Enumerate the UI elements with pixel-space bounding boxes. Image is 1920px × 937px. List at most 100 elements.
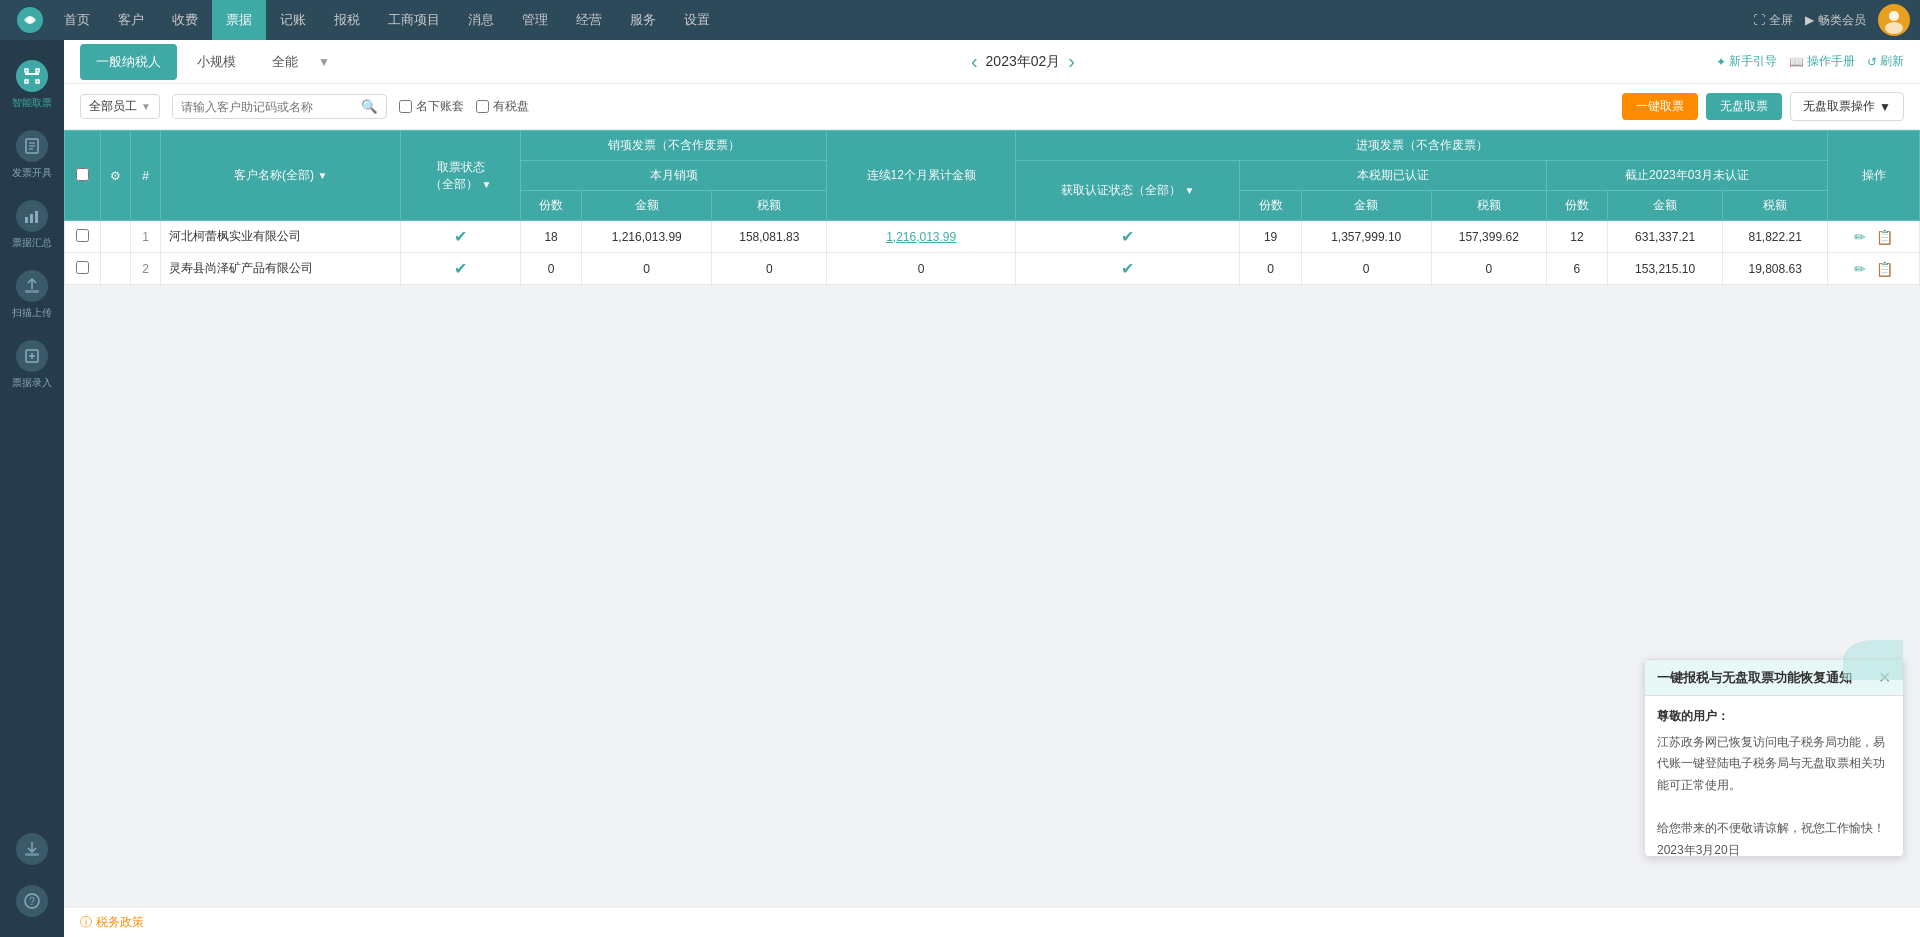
table-wrap: ⚙ # 客户名称(全部) ▼ 取票状态（全部） ▼ 销项发票（不含作废票） 连续…	[64, 130, 1920, 907]
sidebar-label-summary: 票据汇总	[12, 236, 52, 250]
nav-operation[interactable]: 经营	[562, 0, 616, 40]
nav-manage[interactable]: 管理	[508, 0, 562, 40]
row-sales-amount: 1,216,013.99	[582, 221, 712, 253]
row-customer: 河北柯蕾枫实业有限公司	[161, 221, 401, 253]
row-settings	[101, 221, 131, 253]
refresh-btn[interactable]: ↺ 刷新	[1867, 53, 1904, 70]
fullscreen-btn[interactable]: ⛶ 全屏	[1753, 12, 1793, 29]
svg-rect-16	[25, 290, 39, 293]
sidebar-item-help[interactable]: ?	[16, 875, 48, 927]
svg-rect-13	[25, 217, 28, 223]
sidebar-item-download[interactable]	[16, 823, 48, 875]
sidebar-item-entry[interactable]: 票据录入	[0, 330, 64, 400]
nav-settings[interactable]: 设置	[670, 0, 724, 40]
th-purchase-recognized: 本税期已认证	[1240, 161, 1546, 191]
manual-icon: 📖	[1789, 55, 1804, 69]
employee-select[interactable]: 全部员工 ▼	[80, 94, 160, 119]
no-disk-ops-btn[interactable]: 无盘取票操作 ▼	[1790, 92, 1904, 121]
svg-rect-14	[30, 214, 33, 223]
th-pur-count2: 份数	[1546, 191, 1607, 221]
sidebar-item-summary[interactable]: 票据汇总	[0, 190, 64, 260]
tab-general-taxpayer[interactable]: 一般纳税人	[80, 44, 177, 80]
sidebar-item-invoice-issue[interactable]: 发票开具	[0, 120, 64, 190]
table-row: 2 灵寿县尚泽矿产品有限公司 ✔ 0 0 0 0 ✔ 0 0 0 6 153,2…	[65, 253, 1920, 285]
info-icon: ⓘ	[80, 914, 92, 931]
th-purchase-unrecognized: 截止2023年03月未认证	[1546, 161, 1827, 191]
nav-home[interactable]: 首页	[50, 0, 104, 40]
filter-bar-right: 一键取票 无盘取票 无盘取票操作 ▼	[1622, 92, 1904, 121]
row-cumulative: 1,216,013.99	[827, 221, 1016, 253]
th-operation: 操作	[1828, 131, 1920, 221]
tab-small-scale[interactable]: 小规模	[181, 44, 252, 80]
th-pur-amount1: 金额	[1301, 191, 1431, 221]
row-pur-count1: 0	[1240, 253, 1301, 285]
nav-business[interactable]: 工商项目	[374, 0, 454, 40]
row-pur-tax2: 81,822.21	[1723, 221, 1828, 253]
nav-customer[interactable]: 客户	[104, 0, 158, 40]
nav-service[interactable]: 服务	[616, 0, 670, 40]
detail-icon[interactable]: 📋	[1876, 229, 1893, 245]
bottom-bar: ⓘ 税务政策	[64, 907, 1920, 937]
sidebar-item-scan-upload[interactable]: 扫描上传	[0, 260, 64, 330]
th-pur-amount2: 金额	[1608, 191, 1723, 221]
user-avatar[interactable]	[1878, 4, 1910, 36]
check-tax-label[interactable]: 有税盘	[476, 98, 529, 115]
guide-btn[interactable]: ✦ 新手引导	[1716, 53, 1777, 70]
help-icon: ?	[16, 885, 48, 917]
member-btn[interactable]: ▶ 畅类会员	[1805, 12, 1866, 29]
row-checkbox[interactable]	[65, 221, 101, 253]
row-pur-count2: 6	[1546, 253, 1607, 285]
select-all-checkbox[interactable]	[76, 168, 89, 181]
search-wrap: 🔍	[172, 94, 387, 119]
search-input[interactable]	[173, 96, 353, 118]
th-num: #	[131, 131, 161, 221]
table-row: 1 河北柯蕾枫实业有限公司 ✔ 18 1,216,013.99 158,081.…	[65, 221, 1920, 253]
check-account-checkbox[interactable]	[399, 100, 412, 113]
manual-btn[interactable]: 📖 操作手册	[1789, 53, 1855, 70]
fullscreen-icon: ⛶	[1753, 13, 1765, 27]
recognize-icon: ✔	[1121, 260, 1134, 277]
th-sales-month: 本月销项	[520, 161, 826, 191]
detail-icon[interactable]: 📋	[1876, 261, 1893, 277]
row-sales-tax: 158,081.83	[712, 221, 827, 253]
tab-dropdown-icon[interactable]: ▼	[318, 55, 330, 69]
th-sales-amount: 金额	[582, 191, 712, 221]
th-settings: ⚙	[101, 131, 131, 221]
check-account-label[interactable]: 名下账套	[399, 98, 464, 115]
next-month-btn[interactable]: ›	[1068, 50, 1075, 73]
row-pur-amount1: 1,357,999.10	[1301, 221, 1431, 253]
employee-label: 全部员工	[89, 98, 137, 115]
cumulative-link[interactable]: 1,216,013.99	[886, 230, 956, 244]
edit-icon[interactable]: ✏	[1854, 229, 1866, 245]
nav-bookkeeping[interactable]: 记账	[266, 0, 320, 40]
edit-icon[interactable]: ✏	[1854, 261, 1866, 277]
check-tax-checkbox[interactable]	[476, 100, 489, 113]
tax-policy-link[interactable]: ⓘ 税务政策	[80, 914, 144, 931]
nav-tax[interactable]: 报税	[320, 0, 374, 40]
notif-apology: 给您带来的不便敬请谅解，祝您工作愉快！	[1657, 818, 1891, 840]
guide-icon: ✦	[1716, 55, 1726, 69]
row-num: 1	[131, 221, 161, 253]
one-click-btn[interactable]: 一键取票	[1622, 93, 1698, 120]
search-button[interactable]: 🔍	[353, 95, 386, 118]
sidebar-item-smart-ticket[interactable]: 智能取票	[0, 50, 64, 120]
row-recognize-status: ✔	[1016, 221, 1240, 253]
nav-message[interactable]: 消息	[454, 0, 508, 40]
sidebar-label-entry: 票据录入	[12, 376, 52, 390]
th-customer: 客户名称(全部) ▼	[161, 131, 401, 221]
svg-text:?: ?	[29, 896, 35, 907]
settings-icon[interactable]: ⚙	[110, 169, 121, 183]
prev-month-btn[interactable]: ‹	[971, 50, 978, 73]
notif-decoration	[1843, 640, 1903, 680]
no-disk-btn[interactable]: 无盘取票	[1706, 93, 1782, 120]
notif-body: 尊敬的用户： 江苏政务网已恢复访问电子税务局功能，易代账一键登陆电子税务局与无盘…	[1645, 696, 1903, 856]
nav-items: 首页 客户 收费 票据 记账 报税 工商项目 消息 管理 经营 服务 设置	[50, 0, 1753, 40]
row-checkbox[interactable]	[65, 253, 101, 285]
logo[interactable]	[10, 0, 50, 40]
row-sales-count: 0	[520, 253, 581, 285]
top-navigation: 首页 客户 收费 票据 记账 报税 工商项目 消息 管理 经营 服务 设置 ⛶ …	[0, 0, 1920, 40]
main-content: 一般纳税人 小规模 全能 ▼ ‹ 2023年02月 › ✦ 新手引导 📖	[64, 40, 1920, 937]
nav-invoice[interactable]: 票据	[212, 0, 266, 40]
tab-all[interactable]: 全能	[256, 44, 314, 80]
nav-fee[interactable]: 收费	[158, 0, 212, 40]
